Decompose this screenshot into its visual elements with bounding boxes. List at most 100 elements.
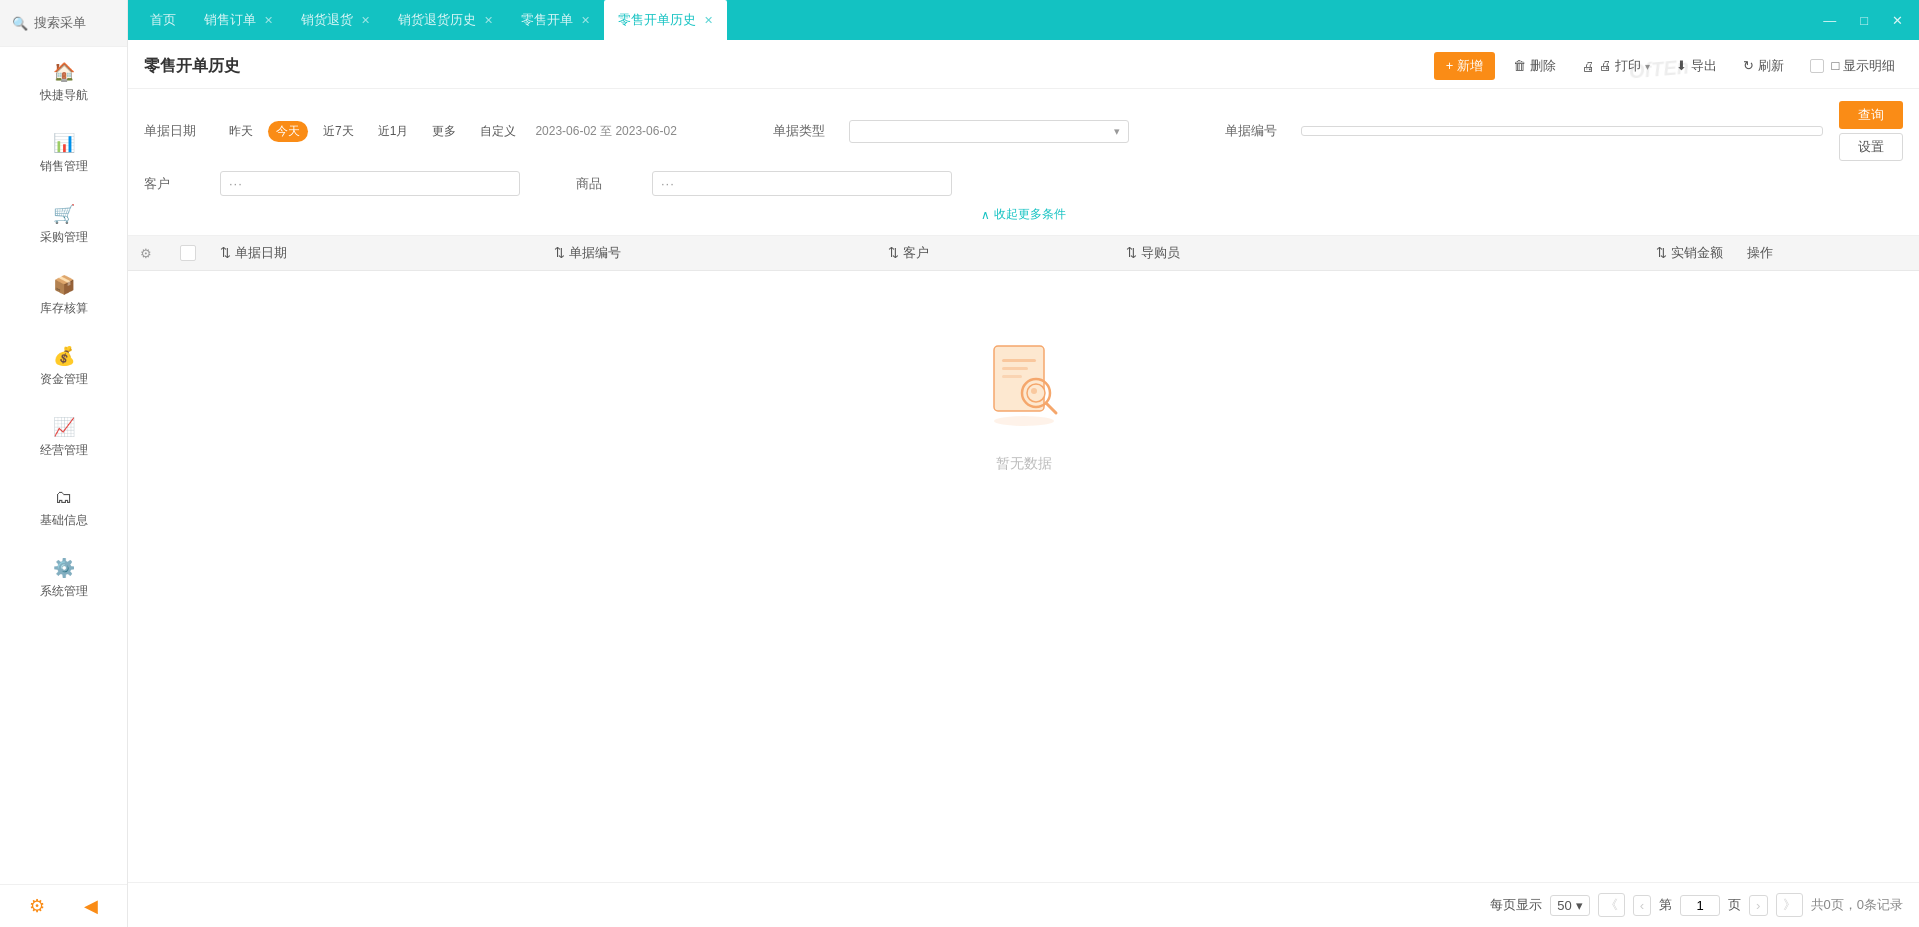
search-icon: 🔍	[12, 16, 28, 31]
date-filter: 昨天 今天 近7天 近1月 更多 自定义 2023-06-02 至 2023-0…	[220, 120, 677, 143]
tab-close-sales-order[interactable]: ✕	[264, 14, 273, 27]
sidebar-item-operations[interactable]: 📈经营管理	[0, 402, 127, 473]
select-all-checkbox[interactable]	[180, 245, 196, 261]
first-page-button[interactable]: 《	[1598, 893, 1625, 917]
customer-dots: ···	[229, 176, 243, 191]
tab-retail-open-history[interactable]: 零售开单历史✕	[604, 0, 727, 40]
data-table: ⚙ ⇅ 单据日期 ⇅ 单据编号	[128, 236, 1919, 271]
table-header-row: ⚙ ⇅ 单据日期 ⇅ 单据编号	[128, 236, 1919, 271]
minimize-button[interactable]: —	[1815, 13, 1844, 28]
tab-close-retail-open-history[interactable]: ✕	[704, 14, 713, 27]
sidebar-item-purchase[interactable]: 🛒 采购管理	[0, 189, 127, 260]
sidebar-item-label: 采购管理	[40, 229, 88, 246]
page-content: OfTEn 零售开单历史 + 新增 🗑 删除 🖨 🖨 打印 ▾ ⬇ 导出 ↻ 刷…	[128, 40, 1919, 927]
tab-retail-open[interactable]: 零售开单✕	[507, 0, 604, 40]
empty-icon	[974, 331, 1074, 447]
date-last7[interactable]: 近7天	[314, 120, 363, 143]
tab-close-sales-return[interactable]: ✕	[361, 14, 370, 27]
sidebar-item-label: 系统管理	[40, 583, 88, 600]
sidebar: 🔍 搜索采单 🏠快捷导航 📊 销售管理 🛒 采购管理 📦库存核算💰资金管理📈经营管理🗂基础…	[0, 0, 128, 927]
col-date: ⇅ 单据日期	[208, 236, 542, 271]
collapse-filter-button[interactable]: ∧ 收起更多条件	[144, 206, 1903, 223]
order-type-arrow-icon: ▾	[1114, 125, 1120, 138]
sidebar-item-sales[interactable]: 📊 销售管理	[0, 118, 127, 189]
goods-input[interactable]: ···	[652, 171, 952, 196]
last-page-button[interactable]: 》	[1776, 893, 1803, 917]
print-button[interactable]: 🖨 🖨 打印 ▾	[1574, 53, 1659, 79]
sidebar-item-quick-nav[interactable]: 🏠快捷导航	[0, 47, 127, 118]
date-yesterday[interactable]: 昨天	[220, 120, 262, 143]
goods-dots: ···	[661, 176, 675, 191]
collapse-sidebar-icon[interactable]: ◀	[84, 895, 98, 917]
tab-sales-order[interactable]: 销售订单✕	[190, 0, 287, 40]
settings-col: ⚙	[128, 236, 168, 271]
sidebar-purchase-icon: 🛒	[53, 203, 75, 225]
sidebar-inventory-icon: 📦	[53, 274, 75, 296]
sidebar-system-icon: ⚙️	[53, 557, 75, 579]
per-page-arrow-icon: ▾	[1576, 898, 1583, 913]
sidebar-item-label: 销售管理	[40, 158, 88, 175]
page-number-input[interactable]	[1680, 895, 1720, 916]
table-area: ⚙ ⇅ 单据日期 ⇅ 单据编号	[128, 236, 1919, 882]
page-header: 零售开单历史 + 新增 🗑 删除 🖨 🖨 打印 ▾ ⬇ 导出 ↻ 刷新 □ 显示…	[128, 40, 1919, 89]
settings-filter-button[interactable]: 设置	[1839, 133, 1903, 161]
sidebar-item-inventory[interactable]: 📦库存核算	[0, 260, 127, 331]
checkbox-icon	[1810, 59, 1824, 73]
date-today[interactable]: 今天	[268, 121, 308, 142]
per-page-select[interactable]: 50 ▾	[1550, 895, 1589, 916]
sidebar-item-finance[interactable]: 💰资金管理	[0, 331, 127, 402]
page-title: 零售开单历史	[144, 56, 240, 77]
query-button[interactable]: 查询	[1839, 101, 1903, 129]
restore-button[interactable]: □	[1852, 13, 1876, 28]
refresh-button[interactable]: ↻ 刷新	[1735, 53, 1792, 79]
add-button[interactable]: + 新增	[1434, 52, 1495, 80]
sidebar-sales-icon: 📊	[53, 132, 75, 154]
col-amount: ⇅ 实销金额	[1401, 236, 1735, 271]
date-label: 单据日期	[144, 122, 204, 140]
settings-icon[interactable]: ⚙	[29, 895, 45, 917]
print-label: 🖨 打印	[1599, 57, 1642, 75]
tab-label: 首页	[150, 11, 176, 29]
date-range-display: 2023-06-02 至 2023-06-02	[535, 123, 676, 140]
sidebar-quick-nav-icon: 🏠	[53, 61, 75, 83]
date-more[interactable]: 更多	[423, 120, 465, 143]
tab-label: 销货退货历史	[398, 11, 476, 29]
display-detail-button[interactable]: □ 显示明细	[1802, 53, 1903, 79]
col-action: 操作	[1735, 236, 1919, 271]
delete-button[interactable]: 🗑 删除	[1505, 53, 1564, 79]
sidebar-bottom: ⚙ ◀	[0, 884, 127, 927]
print-icon: 🖨	[1582, 59, 1595, 74]
empty-text: 暂无数据	[996, 455, 1052, 473]
export-button[interactable]: ⬇ 导出	[1668, 53, 1725, 79]
order-no-input[interactable]	[1301, 126, 1823, 136]
close-button[interactable]: ✕	[1884, 13, 1911, 28]
date-last-month[interactable]: 近1月	[369, 120, 418, 143]
tab-close-retail-open[interactable]: ✕	[581, 14, 590, 27]
table-settings-icon[interactable]: ⚙	[140, 246, 152, 261]
next-page-button[interactable]: ›	[1749, 895, 1767, 916]
col-guide: ⇅ 导购员	[1114, 236, 1400, 271]
window-controls: — □ ✕	[1815, 13, 1911, 28]
customer-input[interactable]: ···	[220, 171, 520, 196]
tab-home[interactable]: 首页	[136, 0, 190, 40]
sidebar-item-basic[interactable]: 🗂基础信息	[0, 473, 127, 543]
tab-bar: 首页销售订单✕销货退货✕销货退货历史✕零售开单✕零售开单历史✕ — □ ✕	[128, 0, 1919, 40]
svg-point-8	[1031, 388, 1037, 394]
order-type-select[interactable]: ▾	[849, 120, 1129, 143]
tab-sales-return-history[interactable]: 销货退货历史 ✕	[384, 0, 507, 40]
tab-sales-return[interactable]: 销货退货✕	[287, 0, 384, 40]
svg-line-7	[1046, 403, 1056, 413]
prev-page-button[interactable]: ‹	[1633, 895, 1651, 916]
sidebar-item-system[interactable]: ⚙️ 系统管理	[0, 543, 127, 614]
filter-area: 单据日期 昨天 今天 近7天 近1月 更多 自定义 2023-06-02 至 2…	[128, 89, 1919, 236]
order-no-label: 单据编号	[1225, 122, 1285, 140]
sidebar-operations-icon: 📈	[53, 416, 75, 438]
sidebar-search-label: 搜索采单	[34, 14, 86, 32]
tab-close-sales-return-history[interactable]: ✕	[484, 14, 493, 27]
date-custom[interactable]: 自定义	[471, 120, 525, 143]
sidebar-search[interactable]: 🔍 搜索采单	[0, 0, 127, 47]
page-label: 第	[1659, 896, 1672, 914]
sidebar-item-label: 资金管理	[40, 371, 88, 388]
filter-row-1: 单据日期 昨天 今天 近7天 近1月 更多 自定义 2023-06-02 至 2…	[144, 101, 1903, 161]
svg-rect-4	[1002, 375, 1022, 378]
